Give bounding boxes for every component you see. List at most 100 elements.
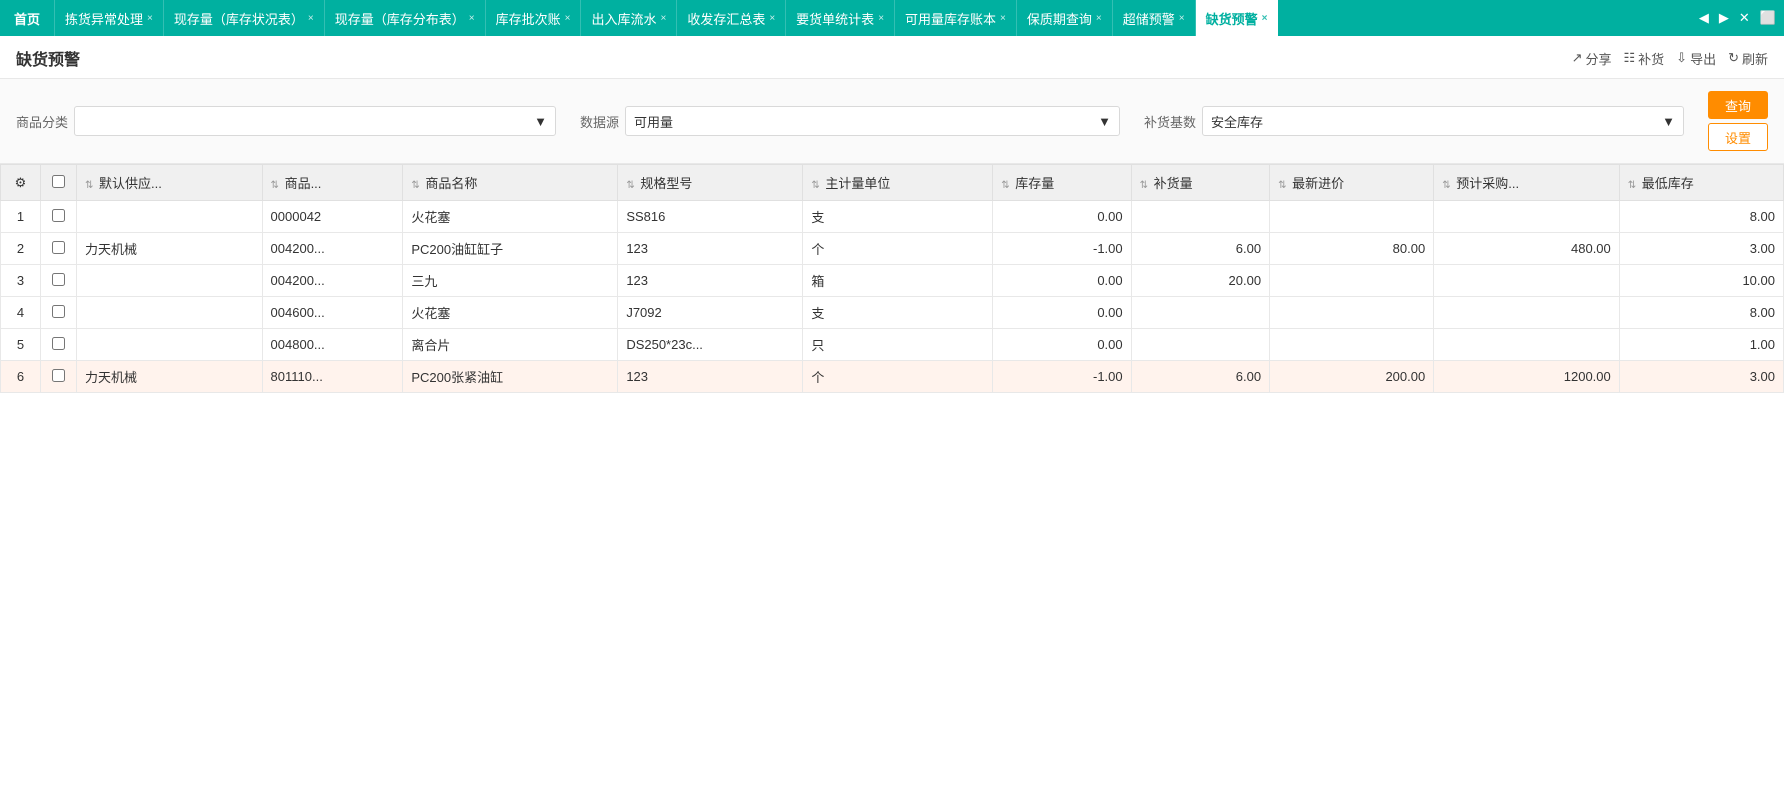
col-latest-price[interactable]: ⇅ 最新进价 <box>1270 165 1434 201</box>
nav-tab-7-label: 要货单统计表 <box>796 9 874 28</box>
gear-icon[interactable]: ⚙ <box>15 175 27 190</box>
row-checkbox[interactable] <box>52 369 65 382</box>
row-checkbox[interactable] <box>52 273 65 286</box>
datasource-select[interactable]: 可用量 ▼ <box>625 106 1120 136</box>
col-product-code[interactable]: ⇅ 商品... <box>262 165 403 201</box>
row-checkbox-cell <box>41 265 77 297</box>
cell-min-stock: 8.00 <box>1619 201 1783 233</box>
select-all-checkbox[interactable] <box>52 175 65 188</box>
nav-tab-8[interactable]: 可用量库存账本 × <box>895 0 1017 36</box>
nav-maximize[interactable]: ⬜ <box>1756 8 1780 28</box>
nav-tab-2[interactable]: 现存量（库存状况表） × <box>164 0 325 36</box>
cell-product-name: 三九 <box>403 265 618 297</box>
nav-prev-arrow[interactable]: ◀ <box>1695 8 1713 28</box>
nav-tab-home[interactable]: 首页 <box>0 0 55 36</box>
cell-spec: DS250*23c... <box>618 329 803 361</box>
col-gear[interactable]: ⚙ <box>1 165 41 201</box>
category-label: 商品分类 <box>16 112 68 131</box>
nav-tab-5-label: 出入库流水 <box>591 9 656 28</box>
col-spec[interactable]: ⇅ 规格型号 <box>618 165 803 201</box>
table-row: 1 0000042 火花塞 SS816 支 0.00 8.00 <box>1 201 1784 233</box>
settings-button[interactable]: 设置 <box>1708 123 1768 151</box>
sort-icon: ⇅ <box>1140 180 1148 191</box>
row-checkbox-cell <box>41 201 77 233</box>
cell-min-stock: 8.00 <box>1619 297 1783 329</box>
col-unit[interactable]: ⇅ 主计量单位 <box>803 165 993 201</box>
datasource-value: 可用量 <box>634 112 673 131</box>
export-label: 导出 <box>1690 49 1716 68</box>
sort-icon: ⇅ <box>1628 180 1636 191</box>
nav-tab-8-label: 可用量库存账本 <box>905 9 996 28</box>
query-button[interactable]: 查询 <box>1708 91 1768 119</box>
close-icon[interactable]: × <box>469 13 475 24</box>
nav-tab-9[interactable]: 保质期查询 × <box>1017 0 1113 36</box>
filter-actions: 查询 设置 <box>1708 91 1768 151</box>
cell-unit: 只 <box>803 329 993 361</box>
row-checkbox-cell <box>41 361 77 393</box>
close-icon[interactable]: × <box>1096 13 1102 24</box>
sort-icon: ⇅ <box>1278 180 1286 191</box>
nav-arrows: ◀ ▶ ✕ ⬜ <box>1691 8 1784 28</box>
row-index: 3 <box>1 265 41 297</box>
refresh-icon: ↻ <box>1728 50 1739 66</box>
close-icon[interactable]: × <box>1179 13 1185 24</box>
restock-label: 补货 <box>1638 49 1664 68</box>
nav-tab-7[interactable]: 要货单统计表 × <box>786 0 895 36</box>
cell-stock: 0.00 <box>993 329 1131 361</box>
row-checkbox[interactable] <box>52 209 65 222</box>
close-icon[interactable]: × <box>769 13 775 24</box>
cell-stock: -1.00 <box>993 361 1131 393</box>
col-supplier[interactable]: ⇅ 默认供应... <box>77 165 263 201</box>
col-est-purchase[interactable]: ⇅ 预计采购... <box>1434 165 1620 201</box>
nav-tab-4[interactable]: 库存批次账 × <box>486 0 582 36</box>
cell-spec: SS816 <box>618 201 803 233</box>
cell-latest-price <box>1270 201 1434 233</box>
row-checkbox[interactable] <box>52 241 65 254</box>
sort-icon: ⇅ <box>85 180 93 191</box>
nav-next-arrow[interactable]: ▶ <box>1715 8 1733 28</box>
share-button[interactable]: ↗ 分享 <box>1572 49 1612 68</box>
nav-tab-1[interactable]: 拣货异常处理 × <box>55 0 164 36</box>
sort-icon: ⇅ <box>271 180 279 191</box>
close-icon[interactable]: × <box>660 13 666 24</box>
cell-product-code: 004200... <box>262 233 403 265</box>
cell-stock: 0.00 <box>993 201 1131 233</box>
export-button[interactable]: ⇩ 导出 <box>1676 49 1716 68</box>
nav-tab-5[interactable]: 出入库流水 × <box>581 0 677 36</box>
col-min-stock-label: 最低库存 <box>1642 176 1694 191</box>
close-icon[interactable]: × <box>878 13 884 24</box>
table-container[interactable]: ⚙ ⇅ 默认供应... ⇅ 商品... ⇅ 商品名称 <box>0 164 1784 796</box>
refresh-button[interactable]: ↻ 刷新 <box>1728 49 1768 68</box>
col-stock[interactable]: ⇅ 库存量 <box>993 165 1131 201</box>
table-row: 4 004600... 火花塞 J7092 支 0.00 8.00 <box>1 297 1784 329</box>
close-icon[interactable]: × <box>1000 13 1006 24</box>
cell-spec: 123 <box>618 265 803 297</box>
nav-tab-6[interactable]: 收发存汇总表 × <box>677 0 786 36</box>
col-product-name[interactable]: ⇅ 商品名称 <box>403 165 618 201</box>
category-select[interactable]: ▼ <box>74 106 556 136</box>
row-checkbox[interactable] <box>52 305 65 318</box>
nav-tab-10[interactable]: 超储预警 × <box>1113 0 1196 36</box>
cell-est-purchase <box>1434 297 1620 329</box>
nav-tab-11[interactable]: 缺货预警 × <box>1196 0 1279 36</box>
close-icon[interactable]: × <box>1262 13 1268 24</box>
close-icon[interactable]: × <box>147 13 153 24</box>
sort-icon: ⇅ <box>626 180 634 191</box>
col-restock[interactable]: ⇅ 补货量 <box>1131 165 1269 201</box>
nav-tab-3[interactable]: 现存量（库存分布表） × <box>325 0 486 36</box>
restock-icon: ☷ <box>1623 50 1635 66</box>
sort-icon: ⇅ <box>411 180 419 191</box>
col-supplier-label: 默认供应... <box>99 176 162 191</box>
close-icon[interactable]: × <box>565 13 571 24</box>
row-checkbox[interactable] <box>52 337 65 350</box>
row-checkbox-cell <box>41 297 77 329</box>
sort-icon: ⇅ <box>1001 180 1009 191</box>
nav-tab-11-label: 缺货预警 <box>1206 9 1258 28</box>
col-min-stock[interactable]: ⇅ 最低库存 <box>1619 165 1783 201</box>
restock-base-select[interactable]: 安全库存 ▼ <box>1202 106 1684 136</box>
table-header-row: ⚙ ⇅ 默认供应... ⇅ 商品... ⇅ 商品名称 <box>1 165 1784 201</box>
restock-button[interactable]: ☷ 补货 <box>1623 49 1664 68</box>
close-icon[interactable]: × <box>308 13 314 24</box>
cell-latest-price <box>1270 329 1434 361</box>
nav-close-all[interactable]: ✕ <box>1735 8 1754 28</box>
